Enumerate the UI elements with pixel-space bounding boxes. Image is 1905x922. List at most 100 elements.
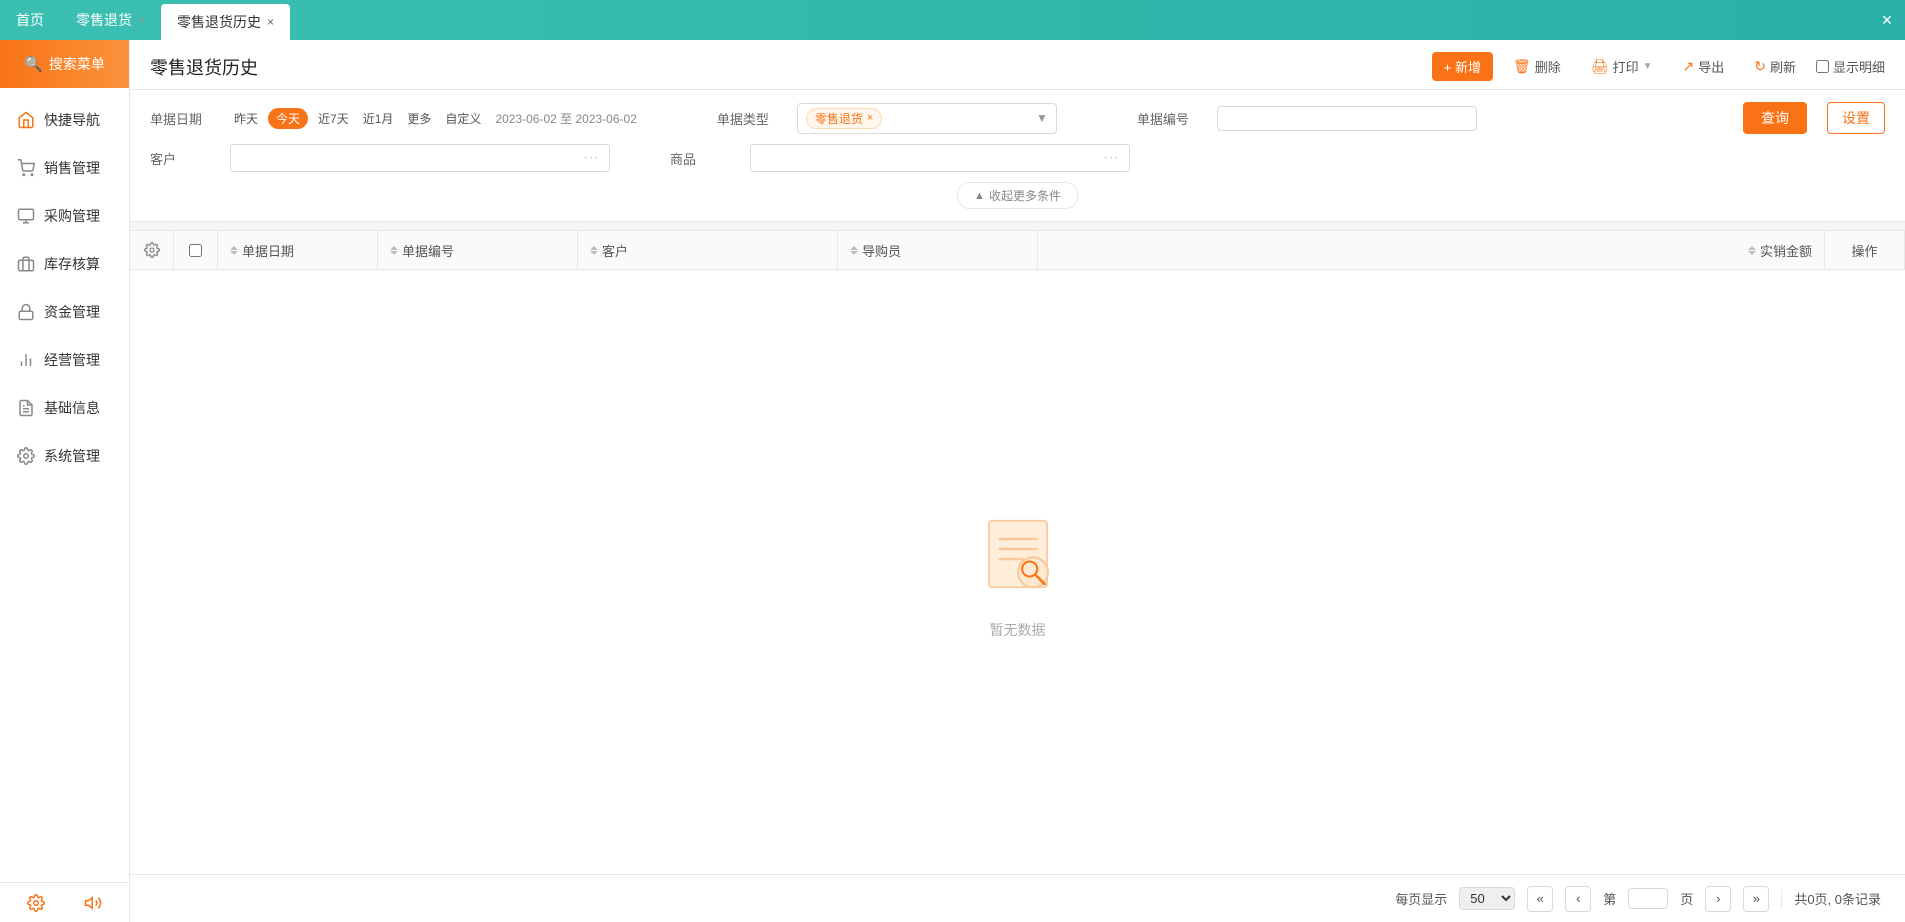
type-select-arrow-icon: ▼	[1036, 111, 1048, 125]
sidebar-item-label: 基础信息	[44, 398, 100, 418]
content-header: 零售退货历史 + 新增 🗑 删除 🖨 打印 ▼ ↗ 导出 ↻	[130, 40, 1905, 90]
sidebar-item-label: 经营管理	[44, 350, 100, 370]
th-guide[interactable]: 导购员	[838, 231, 1038, 269]
print-button[interactable]: 🖨 打印 ▼	[1581, 52, 1663, 81]
tab-home-label: 首页	[16, 10, 44, 30]
date-sort-icon	[230, 246, 238, 255]
tab-retail-return[interactable]: 零售退货 ×	[60, 0, 161, 40]
show-detail-checkbox-label[interactable]: 显示明细	[1816, 57, 1885, 76]
sidebar-settings-btn[interactable]	[20, 887, 52, 919]
tab-home[interactable]: 首页	[0, 0, 60, 40]
sidebar: 🔍 搜索菜单 快捷导航 销售管理 采购管理	[0, 40, 130, 922]
sidebar-item-sys-mgmt[interactable]: 系统管理	[0, 432, 129, 480]
sidebar-item-label: 快捷导航	[44, 110, 100, 130]
sidebar-item-sales-mgmt[interactable]: 销售管理	[0, 144, 129, 192]
print-arrow-icon: ▼	[1643, 61, 1653, 72]
sidebar-item-quick-nav[interactable]: 快捷导航	[0, 96, 129, 144]
setting-button[interactable]: 设置	[1827, 102, 1885, 134]
tab-retail-return-close[interactable]: ×	[138, 13, 145, 27]
refresh-button[interactable]: ↻ 刷新	[1744, 52, 1806, 81]
date-btn-today[interactable]: 今天	[268, 108, 308, 129]
amount-sort-icon	[1748, 246, 1756, 255]
no-filter-input[interactable]	[1217, 106, 1477, 131]
sidebar-item-label: 系统管理	[44, 446, 100, 466]
toolbar: + 新增 🗑 删除 🖨 打印 ▼ ↗ 导出 ↻ 刷新	[1432, 52, 1885, 81]
delete-icon: 🗑	[1513, 58, 1531, 75]
empty-state-icon	[968, 504, 1068, 604]
goods-filter-input[interactable]	[759, 151, 1099, 166]
date-btn-custom[interactable]: 自定义	[441, 108, 485, 129]
date-btn-more[interactable]: 更多	[403, 108, 435, 129]
goods-ellipsis-icon[interactable]: ···	[1103, 149, 1119, 167]
add-button[interactable]: + 新增	[1432, 52, 1493, 81]
th-checkbox[interactable]	[174, 231, 218, 269]
th-date-label: 单据日期	[242, 241, 294, 260]
inventory-icon	[16, 254, 36, 274]
sidebar-menu: 快捷导航 销售管理 采购管理 库存核算	[0, 88, 129, 882]
show-detail-checkbox[interactable]	[1816, 60, 1829, 73]
th-action-label: 操作	[1851, 241, 1877, 260]
collapse-filter-button[interactable]: ▲ 收起更多条件	[957, 182, 1078, 209]
th-date[interactable]: 单据日期	[218, 231, 378, 269]
collapse-label: 收起更多条件	[989, 187, 1061, 204]
type-tag-close[interactable]: ×	[867, 112, 873, 124]
customer-sort-icon	[590, 246, 598, 255]
sidebar-item-finance[interactable]: 资金管理	[0, 288, 129, 336]
th-customer-label: 客户	[602, 241, 628, 260]
sidebar-item-label: 销售管理	[44, 158, 100, 178]
page-title: 零售退货历史	[150, 54, 258, 80]
content: 零售退货历史 + 新增 🗑 删除 🖨 打印 ▼ ↗ 导出 ↻	[130, 40, 1905, 922]
home-icon	[16, 110, 36, 130]
sidebar-item-purchase-mgmt[interactable]: 采购管理	[0, 192, 129, 240]
collapse-arrow-icon: ▲	[974, 190, 985, 202]
page-size-label: 每页显示	[1395, 889, 1447, 908]
print-label: 打印	[1613, 57, 1639, 76]
first-page-btn[interactable]: «	[1527, 886, 1553, 912]
sidebar-item-basic-info[interactable]: 基础信息	[0, 384, 129, 432]
no-filter-label: 单据编号	[1137, 109, 1197, 128]
filter-row-2: 客户 ··· 商品 ···	[150, 144, 1885, 172]
th-no[interactable]: 单据编号	[378, 231, 578, 269]
next-page-btn[interactable]: ›	[1705, 886, 1731, 912]
date-btn-yesterday[interactable]: 昨天	[230, 108, 262, 129]
export-icon: ↗	[1682, 58, 1694, 75]
refresh-icon: ↻	[1754, 58, 1766, 75]
th-no-label: 单据编号	[402, 241, 454, 260]
select-all-checkbox[interactable]	[189, 244, 202, 257]
no-sort-icon	[390, 246, 398, 255]
goods-filter-label: 商品	[670, 149, 730, 168]
tab-retail-return-history-close[interactable]: ×	[267, 15, 274, 29]
empty-text: 暂无数据	[990, 620, 1046, 640]
table-header: 单据日期 单据编号 客户	[130, 230, 1905, 270]
th-amount[interactable]: 实销金额	[1038, 231, 1825, 269]
date-btn-7days[interactable]: 近7天	[314, 108, 353, 129]
sidebar-volume-btn[interactable]	[77, 887, 109, 919]
sidebar-search[interactable]: 🔍 搜索菜单	[0, 40, 129, 88]
date-btn-1month[interactable]: 近1月	[359, 108, 398, 129]
prev-page-btn[interactable]: ‹	[1565, 886, 1591, 912]
guide-sort-icon	[850, 246, 858, 255]
query-button[interactable]: 查询	[1743, 102, 1807, 134]
window-close-button[interactable]: ×	[1869, 0, 1905, 40]
tab-retail-return-history[interactable]: 零售退货历史 ×	[161, 4, 290, 40]
delete-button[interactable]: 🗑 删除	[1503, 52, 1571, 81]
sidebar-item-inventory[interactable]: 库存核算	[0, 240, 129, 288]
customer-filter-input[interactable]	[239, 151, 579, 166]
export-label: 导出	[1698, 57, 1724, 76]
type-filter-select[interactable]: 零售退货 × ▼	[797, 103, 1057, 134]
th-customer[interactable]: 客户	[578, 231, 838, 269]
tab-retail-return-history-label: 零售退货历史	[177, 12, 261, 32]
customer-ellipsis-icon[interactable]: ···	[583, 149, 599, 167]
sidebar-search-label: 搜索菜单	[49, 54, 105, 74]
operations-icon	[16, 350, 36, 370]
refresh-label: 刷新	[1770, 57, 1796, 76]
page-number-input[interactable]: 1	[1628, 888, 1668, 909]
sidebar-item-operations[interactable]: 经营管理	[0, 336, 129, 384]
th-settings[interactable]	[130, 231, 174, 269]
page-size-select[interactable]: 10 20 50 100	[1459, 887, 1515, 910]
filter-area: 单据日期 昨天 今天 近7天 近1月 更多 自定义 2023-06-02 至 2…	[130, 90, 1905, 222]
sidebar-item-label: 库存核算	[44, 254, 100, 274]
last-page-btn[interactable]: »	[1743, 886, 1769, 912]
type-filter-label: 单据类型	[717, 109, 777, 128]
export-button[interactable]: ↗ 导出	[1672, 52, 1734, 81]
